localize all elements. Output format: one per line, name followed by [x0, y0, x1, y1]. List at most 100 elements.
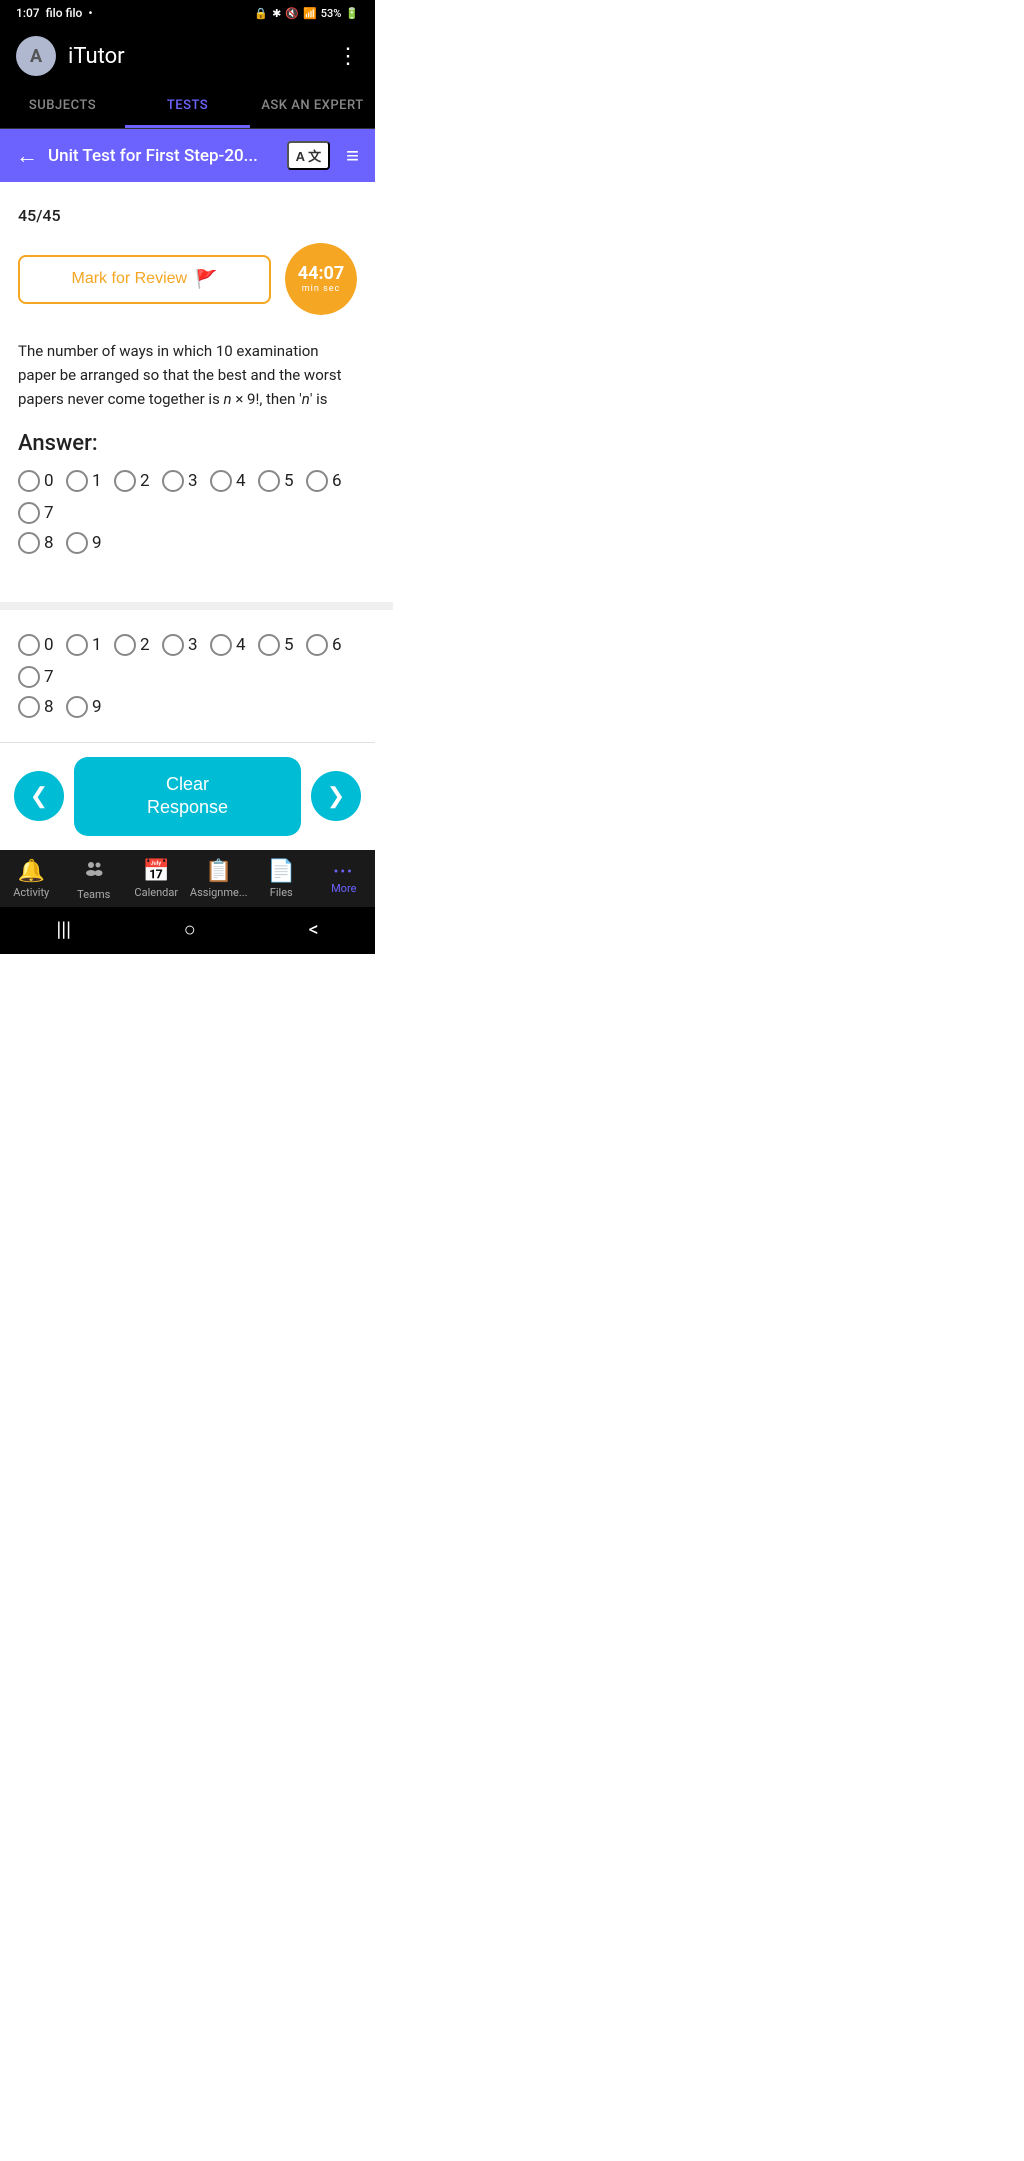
radio-0[interactable] [18, 470, 40, 492]
radio-b-8[interactable] [18, 696, 40, 718]
answer-option-b-4[interactable]: 4 [210, 634, 258, 656]
answer-option-1[interactable]: 1 [66, 470, 114, 492]
answer-option-b-9[interactable]: 9 [66, 696, 114, 718]
radio-6[interactable] [306, 470, 328, 492]
avatar: A [16, 36, 56, 76]
recent-apps-button[interactable]: ||| [56, 917, 71, 941]
activity-label: Activity [13, 886, 49, 899]
answer-option-5[interactable]: 5 [258, 470, 306, 492]
battery-level: 53% [321, 7, 342, 20]
hamburger-menu[interactable]: ≡ [346, 143, 359, 169]
bottom-tab-bar: 🔔 Activity Teams 📅 Calendar 📋 Assignme..… [0, 850, 375, 907]
teams-label: Teams [77, 888, 110, 901]
more-label: More [331, 882, 356, 895]
answer-option-0[interactable]: 0 [18, 470, 66, 492]
answer-row-3: 0 1 2 3 4 5 6 7 [18, 634, 357, 688]
back-button[interactable]: ← [16, 143, 38, 169]
status-right: 🔒 ✱ 🔇 📶 53% 🔋 [254, 7, 359, 20]
answer-option-b-3[interactable]: 3 [162, 634, 210, 656]
header-bar: ← Unit Test for First Step-20... A 文 ≡ [0, 129, 375, 182]
answer-option-b-1[interactable]: 1 [66, 634, 114, 656]
lock-icon: 🔒 [254, 7, 268, 20]
radio-b-1[interactable] [66, 634, 88, 656]
radio-3[interactable] [162, 470, 184, 492]
tab-files[interactable]: 📄 Files [250, 859, 313, 899]
wifi-icon: 📶 [303, 7, 317, 20]
next-question-button[interactable]: ❯ [311, 771, 361, 821]
assignments-icon: 📋 [205, 859, 232, 884]
timer-ring [266, 224, 376, 334]
radio-8[interactable] [18, 532, 40, 554]
radio-2[interactable] [114, 470, 136, 492]
home-button[interactable]: ○ [184, 917, 196, 942]
tab-tests[interactable]: TESTS [125, 86, 250, 128]
translate-button[interactable]: A 文 [287, 141, 331, 170]
answer-option-9[interactable]: 9 [66, 532, 114, 554]
radio-b-5[interactable] [258, 634, 280, 656]
radio-b-4[interactable] [210, 634, 232, 656]
app-menu-button[interactable]: ⋮ [337, 44, 359, 69]
tab-teams[interactable]: Teams [63, 858, 126, 901]
answer-row-4: 8 9 [18, 696, 357, 718]
mark-review-label: Mark for Review [72, 270, 188, 288]
files-label: Files [270, 886, 293, 899]
radio-b-9[interactable] [66, 696, 88, 718]
prev-icon: ❮ [30, 783, 48, 809]
radio-9[interactable] [66, 532, 88, 554]
tab-ask-expert[interactable]: ASK AN EXPERT [250, 86, 375, 128]
answer-option-4[interactable]: 4 [210, 470, 258, 492]
answer-option-8[interactable]: 8 [18, 532, 66, 554]
timer: 44:07 min sec [285, 243, 357, 315]
clear-response-button[interactable]: ClearResponse [74, 757, 301, 836]
back-nav-button[interactable]: < [308, 917, 318, 941]
answer-row-2: 8 9 [18, 532, 357, 554]
app-bar: A iTutor ⋮ [0, 26, 375, 86]
tab-subjects[interactable]: SUBJECTS [0, 86, 125, 128]
main-content: 45/45 Mark for Review 🚩 44:07 min sec Th… [0, 182, 375, 578]
answer-option-7[interactable]: 7 [18, 502, 66, 524]
prev-question-button[interactable]: ❮ [14, 771, 64, 821]
status-bar: 1:07 filo filo • 🔒 ✱ 🔇 📶 53% 🔋 [0, 0, 375, 26]
answer-option-b-7[interactable]: 7 [18, 666, 66, 688]
radio-1[interactable] [66, 470, 88, 492]
radio-b-7[interactable] [18, 666, 40, 688]
mute-icon: 🔇 [285, 7, 299, 20]
bluetooth-icon: ✱ [272, 7, 281, 20]
battery-icon: 🔋 [345, 7, 359, 20]
answer-row-1: 0 1 2 3 4 5 6 7 [18, 470, 357, 524]
answer-option-b-8[interactable]: 8 [18, 696, 66, 718]
tab-activity[interactable]: 🔔 Activity [0, 859, 63, 899]
more-icon: ••• [334, 864, 354, 880]
radio-b-6[interactable] [306, 634, 328, 656]
radio-5[interactable] [258, 470, 280, 492]
app-title: iTutor [68, 44, 325, 69]
answer-option-b-6[interactable]: 6 [306, 634, 354, 656]
calendar-icon: 📅 [143, 859, 170, 884]
translate-label: A 文 [296, 146, 322, 165]
radio-b-3[interactable] [162, 634, 184, 656]
calendar-label: Calendar [134, 886, 178, 899]
assignments-label: Assignme... [190, 886, 248, 899]
answer-option-b-0[interactable]: 0 [18, 634, 66, 656]
tab-assignments[interactable]: 📋 Assignme... [188, 859, 251, 899]
answer-option-3[interactable]: 3 [162, 470, 210, 492]
radio-b-2[interactable] [114, 634, 136, 656]
radio-b-0[interactable] [18, 634, 40, 656]
tab-more[interactable]: ••• More [313, 864, 376, 895]
mark-for-review-button[interactable]: Mark for Review 🚩 [18, 255, 271, 304]
activity-icon: 🔔 [18, 859, 45, 884]
system-nav-bar: ||| ○ < [0, 907, 375, 954]
status-dot: • [88, 6, 92, 20]
section-divider [0, 602, 393, 610]
answer-option-6[interactable]: 6 [306, 470, 354, 492]
radio-7[interactable] [18, 502, 40, 524]
answer-option-b-2[interactable]: 2 [114, 634, 162, 656]
clear-response-bar: ❮ ClearResponse ❯ [0, 742, 375, 850]
answer-option-b-5[interactable]: 5 [258, 634, 306, 656]
tab-calendar[interactable]: 📅 Calendar [125, 859, 188, 899]
answer-option-2[interactable]: 2 [114, 470, 162, 492]
question-counter: 45/45 [18, 206, 357, 225]
second-answer-section: 0 1 2 3 4 5 6 7 8 9 [0, 634, 375, 742]
radio-4[interactable] [210, 470, 232, 492]
files-icon: 📄 [268, 859, 295, 884]
